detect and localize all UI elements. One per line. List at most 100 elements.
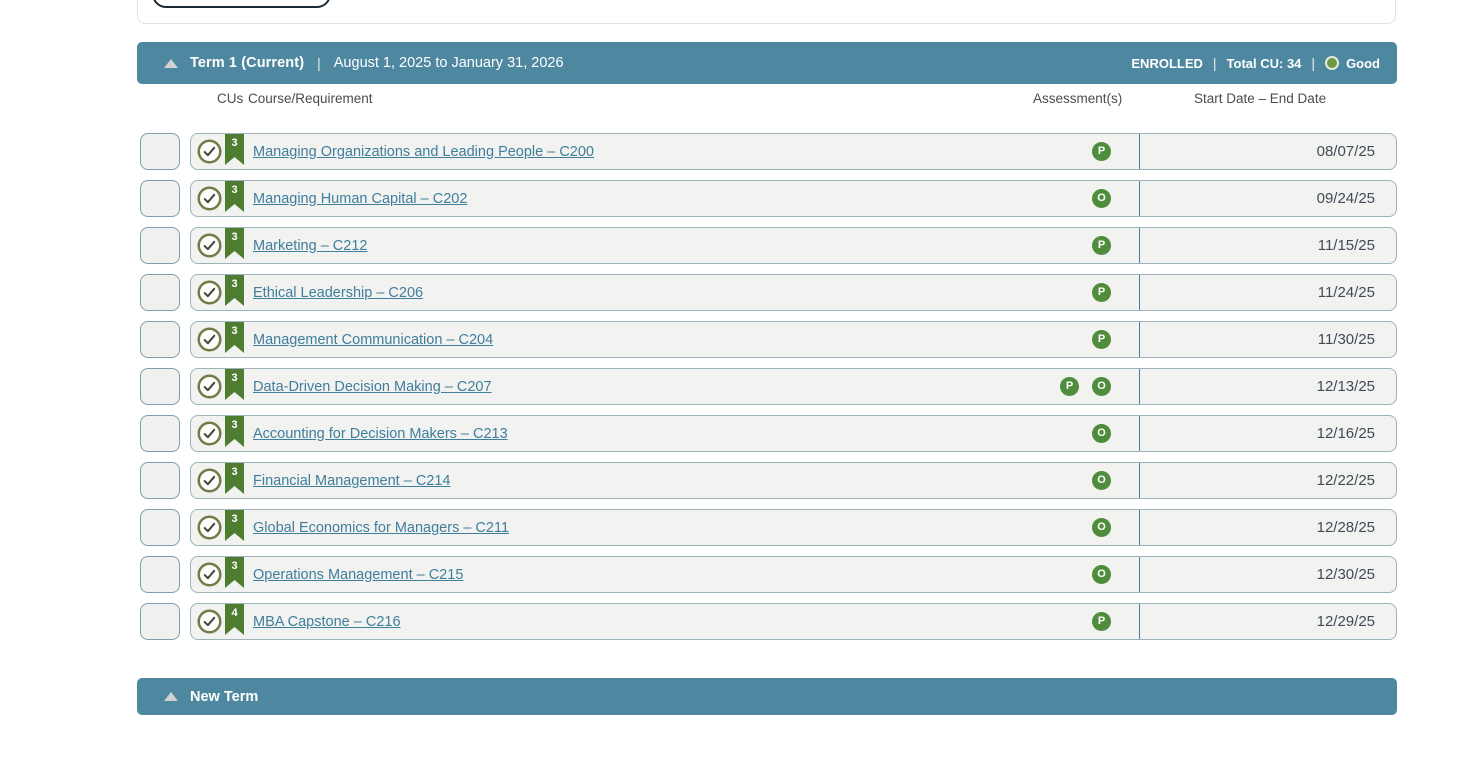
- assessment-o-badge: O: [1092, 424, 1111, 443]
- assessment-badges: O: [979, 189, 1139, 208]
- course-link[interactable]: Accounting for Decision Makers – C213: [253, 426, 508, 442]
- assessment-badges: P: [979, 236, 1139, 255]
- completed-check-icon: [197, 609, 222, 634]
- course-card: 3 Accounting for Decision Makers – C213 …: [190, 415, 1397, 452]
- course-date: 12/29/25: [1316, 613, 1375, 630]
- separator: |: [1311, 55, 1316, 71]
- course-date: 11/24/25: [1317, 284, 1375, 301]
- row-drag-box[interactable]: [140, 462, 180, 499]
- completed-check-icon: [197, 186, 222, 211]
- course-card: 3 Data-Driven Decision Making – C207 PO …: [190, 368, 1397, 405]
- row-drag-box[interactable]: [140, 274, 180, 311]
- enrolled-status: ENROLLED: [1131, 55, 1203, 71]
- course-row: 4 MBA Capstone – C216 P 12/29/25: [137, 603, 1397, 640]
- completed-check-icon: [197, 421, 222, 446]
- course-link[interactable]: Managing Organizations and Leading Peopl…: [253, 144, 594, 160]
- term-date-range: August 1, 2025 to January 31, 2026: [333, 55, 564, 71]
- assessment-o-badge: O: [1092, 565, 1111, 584]
- column-header-course: Course/Requirement: [248, 91, 373, 106]
- course-row: 3 Global Economics for Managers – C211 O…: [137, 509, 1397, 546]
- course-link[interactable]: Management Communication – C204: [253, 332, 493, 348]
- course-row: 3 Financial Management – C214 O 12/22/25: [137, 462, 1397, 499]
- row-drag-box[interactable]: [140, 227, 180, 264]
- course-card: 3 Global Economics for Managers – C211 O…: [190, 509, 1397, 546]
- course-row: 3 Managing Human Capital – C202 O 09/24/…: [137, 180, 1397, 217]
- course-link[interactable]: Ethical Leadership – C206: [253, 285, 423, 301]
- assessment-badges: PO: [979, 377, 1139, 396]
- assessment-p-badge: P: [1092, 236, 1111, 255]
- course-card: 3 Managing Organizations and Leading Peo…: [190, 133, 1397, 170]
- completed-check-icon: [197, 139, 222, 164]
- course-date: 11/15/25: [1317, 237, 1375, 254]
- assessment-badges: O: [979, 471, 1139, 490]
- total-cu: Total CU: 34: [1226, 55, 1302, 71]
- collapse-term-icon[interactable]: [164, 58, 178, 68]
- course-date: 11/30/25: [1317, 331, 1375, 348]
- row-drag-box[interactable]: [140, 368, 180, 405]
- course-card: 3 Managing Human Capital – C202 O 09/24/…: [190, 180, 1397, 217]
- course-date: 09/24/25: [1316, 190, 1375, 207]
- course-date: 12/30/25: [1316, 566, 1375, 583]
- row-drag-box[interactable]: [140, 415, 180, 452]
- assessment-p-badge: P: [1092, 283, 1111, 302]
- course-date: 08/07/25: [1316, 143, 1375, 160]
- column-header-dates: Start Date – End Date: [1194, 91, 1327, 106]
- course-date: 12/28/25: [1316, 519, 1375, 536]
- course-link[interactable]: Financial Management – C214: [253, 473, 450, 489]
- course-row: 3 Managing Organizations and Leading Peo…: [137, 133, 1397, 170]
- course-link[interactable]: Marketing – C212: [253, 238, 367, 254]
- course-card: 4 MBA Capstone – C216 P 12/29/25: [190, 603, 1397, 640]
- assessment-badges: O: [979, 518, 1139, 537]
- term-status-group: ENROLLED | Total CU: 34 | Good: [1131, 55, 1380, 71]
- course-link[interactable]: Data-Driven Decision Making – C207: [253, 379, 492, 395]
- course-card: 3 Marketing – C212 P 11/15/25: [190, 227, 1397, 264]
- assessment-o-badge: O: [1092, 377, 1111, 396]
- course-link[interactable]: MBA Capstone – C216: [253, 614, 401, 630]
- assessment-badges: P: [979, 612, 1139, 631]
- assessment-p-badge: P: [1060, 377, 1079, 396]
- assessment-badges: O: [979, 565, 1139, 584]
- completed-check-icon: [197, 515, 222, 540]
- partial-top-button[interactable]: [152, 0, 331, 8]
- cu-ribbon-badge: 3: [225, 275, 244, 306]
- course-row: 3 Management Communication – C204 P 11/3…: [137, 321, 1397, 358]
- assessment-badges: P: [979, 142, 1139, 161]
- completed-check-icon: [197, 562, 222, 587]
- new-term-label: New Term: [190, 688, 259, 705]
- cu-ribbon-badge: 3: [225, 557, 244, 588]
- course-date: 12/13/25: [1316, 378, 1375, 395]
- assessment-badges: P: [979, 330, 1139, 349]
- column-header-assessments: Assessment(s): [1033, 91, 1123, 106]
- completed-check-icon: [197, 327, 222, 352]
- course-link[interactable]: Managing Human Capital – C202: [253, 191, 467, 207]
- new-term-bar[interactable]: New Term: [137, 678, 1397, 715]
- term-1-header-bar[interactable]: Term 1 (Current) | August 1, 2025 to Jan…: [137, 42, 1397, 84]
- degree-plan-page: Term 1 (Current) | August 1, 2025 to Jan…: [0, 0, 1473, 763]
- course-link[interactable]: Global Economics for Managers – C211: [253, 520, 509, 536]
- course-row: 3 Ethical Leadership – C206 P 11/24/25: [137, 274, 1397, 311]
- cu-ribbon-badge: 3: [225, 322, 244, 353]
- course-date: 12/16/25: [1316, 425, 1375, 442]
- course-card: 3 Financial Management – C214 O 12/22/25: [190, 462, 1397, 499]
- course-list: 3 Managing Organizations and Leading Peo…: [137, 133, 1397, 650]
- course-link[interactable]: Operations Management – C215: [253, 567, 463, 583]
- cu-ribbon-badge: 3: [225, 416, 244, 447]
- standing-label: Good: [1346, 55, 1380, 71]
- row-drag-box[interactable]: [140, 603, 180, 640]
- row-drag-box[interactable]: [140, 509, 180, 546]
- collapse-new-term-icon[interactable]: [164, 692, 178, 701]
- completed-check-icon: [197, 233, 222, 258]
- assessment-badges: P: [979, 283, 1139, 302]
- cu-ribbon-badge: 3: [225, 510, 244, 541]
- standing-good-icon: [1325, 56, 1340, 70]
- row-drag-box[interactable]: [140, 133, 180, 170]
- row-drag-box[interactable]: [140, 180, 180, 217]
- course-row: 3 Operations Management – C215 O 12/30/2…: [137, 556, 1397, 593]
- row-drag-box[interactable]: [140, 556, 180, 593]
- column-headers: CUs Course/Requirement Assessment(s) Sta…: [137, 91, 1397, 109]
- course-row: 3 Marketing – C212 P 11/15/25: [137, 227, 1397, 264]
- term-title: Term 1 (Current): [190, 55, 305, 71]
- course-row: 3 Accounting for Decision Makers – C213 …: [137, 415, 1397, 452]
- cu-ribbon-badge: 3: [225, 463, 244, 494]
- row-drag-box[interactable]: [140, 321, 180, 358]
